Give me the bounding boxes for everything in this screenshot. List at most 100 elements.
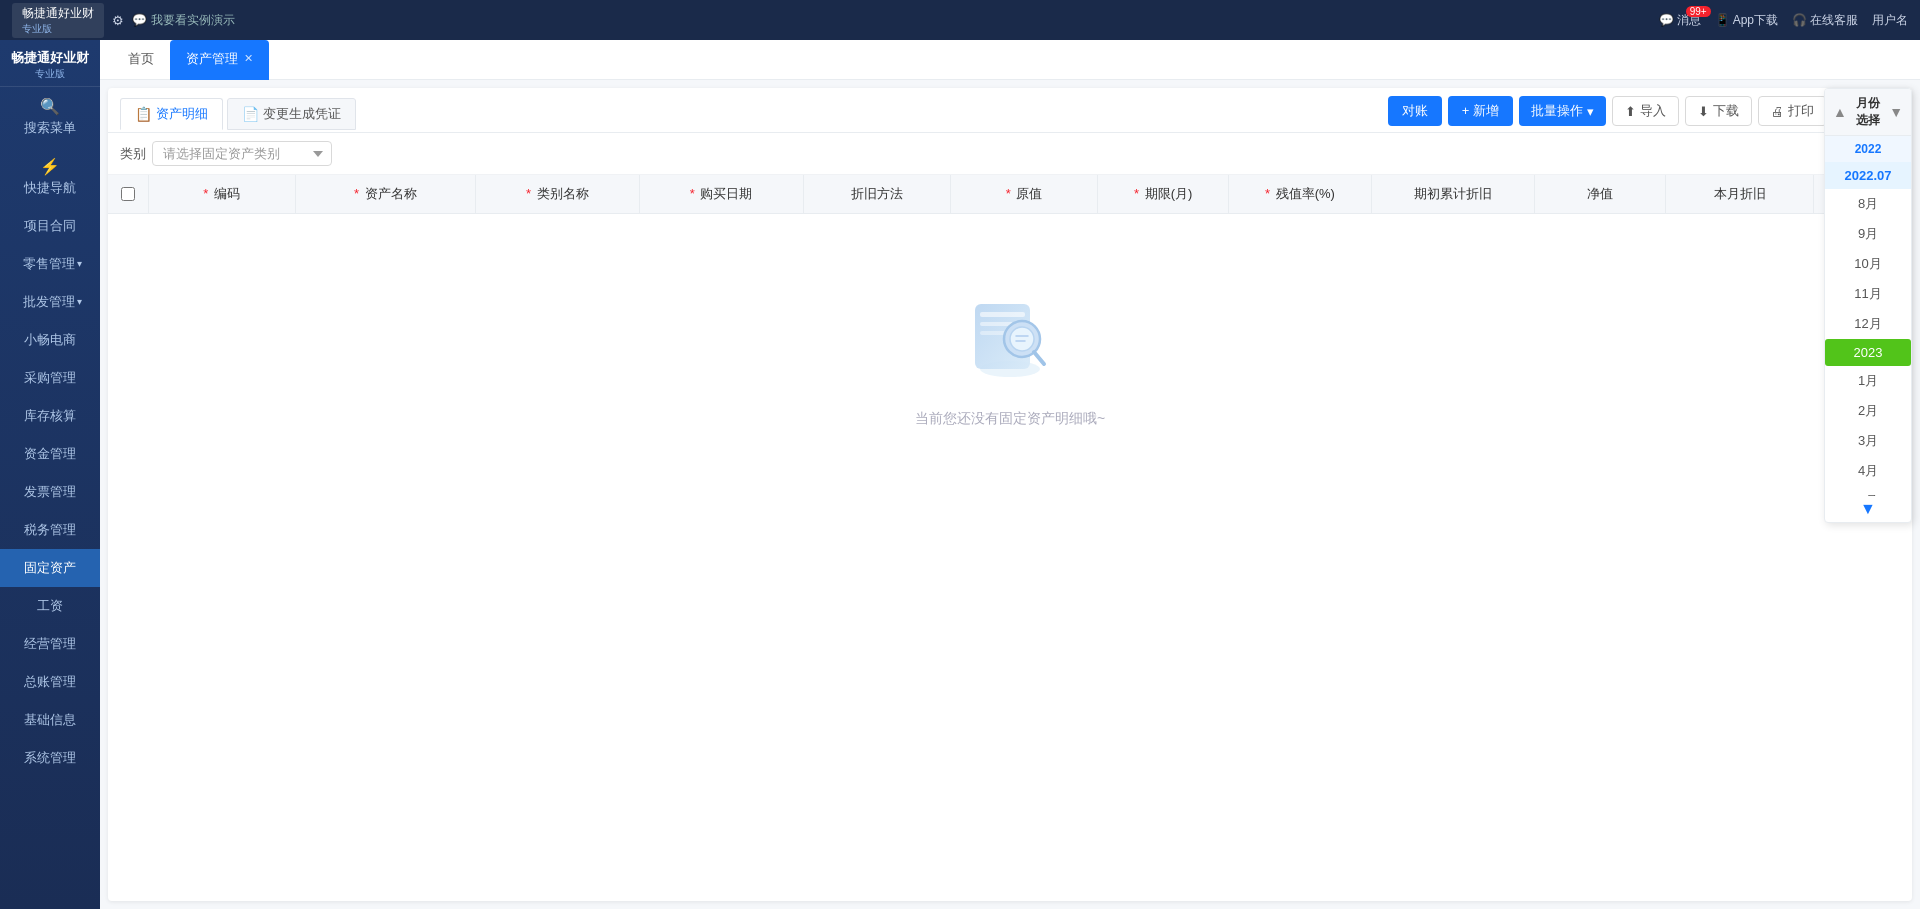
top-bar-left: 畅捷通好业财 专业版 ⚙ 💬 我要看实例演示 — [12, 3, 1649, 38]
app-name: 畅捷通好业财 — [22, 6, 94, 20]
sidebar-item-search[interactable]: 🔍 搜索菜单 — [0, 87, 100, 147]
headset-icon: 🎧 — [1792, 13, 1807, 27]
empty-illustration — [950, 274, 1070, 394]
chevron-down-icon: ▾ — [77, 296, 82, 307]
month-item-2023-01[interactable]: 1月 — [1825, 366, 1911, 396]
online-service-button[interactable]: 🎧 在线客服 — [1792, 12, 1858, 29]
th-original-value: * 原值 — [950, 175, 1097, 214]
table-header-row: * 编码 * 资产名称 * 类别名称 — [108, 175, 1912, 214]
sidebar-item-salary[interactable]: 工资 — [0, 587, 100, 625]
category-select[interactable]: 请选择固定资产类别 — [152, 141, 332, 166]
print-button[interactable]: 🖨 打印 — [1758, 96, 1827, 126]
category-filter: 类别 请选择固定资产类别 — [120, 141, 332, 166]
sidebar-item-finance[interactable]: 资金管理 — [0, 435, 100, 473]
content-area: 📋 资产明细 📄 变更生成凭证 对账 + 新增 批量操作 — [100, 80, 1920, 909]
company-name[interactable]: 畅捷通好业财 专业版 — [12, 3, 104, 38]
asset-table: * 编码 * 资产名称 * 类别名称 — [108, 175, 1912, 214]
phone-icon: 📱 — [1715, 13, 1730, 27]
th-residual-ratio: * 残值率(%) — [1229, 175, 1371, 214]
doc-icon: 📄 — [242, 106, 259, 122]
reconcile-button[interactable]: 对账 — [1388, 96, 1442, 126]
sidebar-item-fixed-assets[interactable]: 固定资产 — [0, 549, 100, 587]
sub-tab-change-voucher[interactable]: 📄 变更生成凭证 — [227, 98, 356, 130]
search-icon: 🔍 — [40, 97, 60, 116]
month-item-2023-05[interactable]: 5月 — [1825, 486, 1911, 496]
download-icon: ⬇ — [1698, 104, 1709, 119]
sidebar-item-general[interactable]: 总账管理 — [0, 663, 100, 701]
month-item-2023-04[interactable]: 4月 — [1825, 456, 1911, 486]
year-2022-label: 2022 — [1825, 136, 1911, 162]
sidebar-item-wholesale[interactable]: 批发管理 ▾ — [0, 283, 100, 321]
sidebar-item-inventory[interactable]: 库存核算 — [0, 397, 100, 435]
settings-icon[interactable]: ⚙ — [112, 13, 124, 28]
th-checkbox — [108, 175, 148, 214]
month-item-2022-12[interactable]: 12月 — [1825, 309, 1911, 339]
chevron-down-icon: ▾ — [77, 258, 82, 269]
message-button[interactable]: 💬 消息 99+ — [1659, 12, 1701, 29]
month-picker-down[interactable]: ▼ — [1885, 104, 1907, 120]
empty-state: 当前您还没有固定资产明细哦~ — [108, 214, 1912, 488]
month-picker-panel: ▲ 月份选择 ▼ 2022 2022.07 8月 9月 — [1824, 88, 1912, 523]
month-item-2022-11[interactable]: 11月 — [1825, 279, 1911, 309]
th-asset-name: * 资产名称 — [295, 175, 475, 214]
sidebar-item-quicknav[interactable]: ⚡ 快捷导航 — [0, 147, 100, 207]
sidebar-item-project[interactable]: 项目合同 — [0, 207, 100, 245]
message-icon: 💬 — [1659, 13, 1674, 27]
month-item-2022-07[interactable]: 2022.07 — [1825, 162, 1911, 189]
main-content: 首页 资产管理 ✕ 📋 资产明细 📄 变更生成凭证 — [100, 40, 1920, 909]
sidebar-item-tax[interactable]: 税务管理 — [0, 511, 100, 549]
sidebar-item-purchase[interactable]: 采购管理 — [0, 359, 100, 397]
year-2023-label: 2023 — [1825, 339, 1911, 366]
print-icon: 🖨 — [1771, 104, 1784, 119]
demo-link[interactable]: 💬 我要看实例演示 — [132, 12, 235, 29]
th-code: * 编码 — [148, 175, 295, 214]
month-item-2023-02[interactable]: 2月 — [1825, 396, 1911, 426]
month-picker-scroll-down[interactable]: ▼ — [1860, 500, 1876, 518]
th-monthly-depreciation: 本月折旧 — [1666, 175, 1813, 214]
sidebar: 畅捷通好业财 专业版 🔍 搜索菜单 ⚡ 快捷导航 项目合同 零售管理 ▾ 批发管… — [0, 40, 100, 909]
sidebar-item-retail[interactable]: 零售管理 ▾ — [0, 245, 100, 283]
th-accum-depreciation: 期初累计折旧 — [1371, 175, 1535, 214]
sidebar-item-system[interactable]: 系统管理 — [0, 739, 100, 777]
th-net-value: 净值 — [1535, 175, 1666, 214]
sidebar-item-ecommerce[interactable]: 小畅电商 — [0, 321, 100, 359]
tab-home[interactable]: 首页 — [112, 40, 170, 80]
month-item-2022-08[interactable]: 8月 — [1825, 189, 1911, 219]
lightning-icon: ⚡ — [40, 157, 60, 176]
sidebar-logo: 畅捷通好业财 专业版 — [0, 40, 100, 87]
month-item-2022-10[interactable]: 10月 — [1825, 249, 1911, 279]
select-all-checkbox[interactable] — [121, 187, 135, 201]
month-item-2023-03[interactable]: 3月 — [1825, 426, 1911, 456]
app-layout: 畅捷通好业财 专业版 🔍 搜索菜单 ⚡ 快捷导航 项目合同 零售管理 ▾ 批发管… — [0, 40, 1920, 909]
th-depreciation-method: 折旧方法 — [803, 175, 950, 214]
th-category-name: * 类别名称 — [476, 175, 640, 214]
user-menu[interactable]: 用户名 — [1872, 12, 1908, 29]
sidebar-item-basic[interactable]: 基础信息 — [0, 701, 100, 739]
th-buy-date: * 购买日期 — [639, 175, 803, 214]
chevron-down-icon: ▾ — [1587, 104, 1594, 119]
svg-rect-2 — [980, 312, 1025, 317]
main-panel: 📋 资产明细 📄 变更生成凭证 对账 + 新增 批量操作 — [108, 88, 1912, 901]
month-list: 2022 2022.07 8月 9月 10月 11月 — [1825, 136, 1911, 496]
filter-bar: 类别 请选择固定资产类别 — [108, 133, 1912, 175]
list-icon: 📋 — [135, 106, 152, 122]
category-label: 类别 — [120, 145, 146, 163]
empty-text: 当前您还没有固定资产明细哦~ — [915, 410, 1105, 428]
top-bar: 畅捷通好业财 专业版 ⚙ 💬 我要看实例演示 💬 消息 99+ 📱 App下载 … — [0, 0, 1920, 40]
tab-bar: 首页 资产管理 ✕ — [100, 40, 1920, 80]
sidebar-item-operations[interactable]: 经营管理 — [0, 625, 100, 663]
tab-close-icon[interactable]: ✕ — [244, 52, 253, 65]
month-item-2022-09[interactable]: 9月 — [1825, 219, 1911, 249]
sidebar-item-invoice[interactable]: 发票管理 — [0, 473, 100, 511]
add-button[interactable]: + 新增 — [1448, 96, 1513, 126]
app-edition: 专业版 — [22, 22, 94, 36]
tab-asset-management[interactable]: 资产管理 ✕ — [170, 40, 269, 80]
import-button[interactable]: ⬆ 导入 — [1612, 96, 1679, 126]
month-picker-up[interactable]: ▲ — [1829, 104, 1851, 120]
sub-tab-asset-detail[interactable]: 📋 资产明细 — [120, 98, 223, 130]
sub-tabs: 📋 资产明细 📄 变更生成凭证 对账 + 新增 批量操作 — [108, 88, 1912, 133]
batch-operation-button[interactable]: 批量操作 ▾ — [1519, 96, 1606, 126]
app-download-button[interactable]: 📱 App下载 — [1715, 12, 1778, 29]
download-button[interactable]: ⬇ 下载 — [1685, 96, 1752, 126]
top-bar-right: 💬 消息 99+ 📱 App下载 🎧 在线客服 用户名 — [1659, 12, 1908, 29]
